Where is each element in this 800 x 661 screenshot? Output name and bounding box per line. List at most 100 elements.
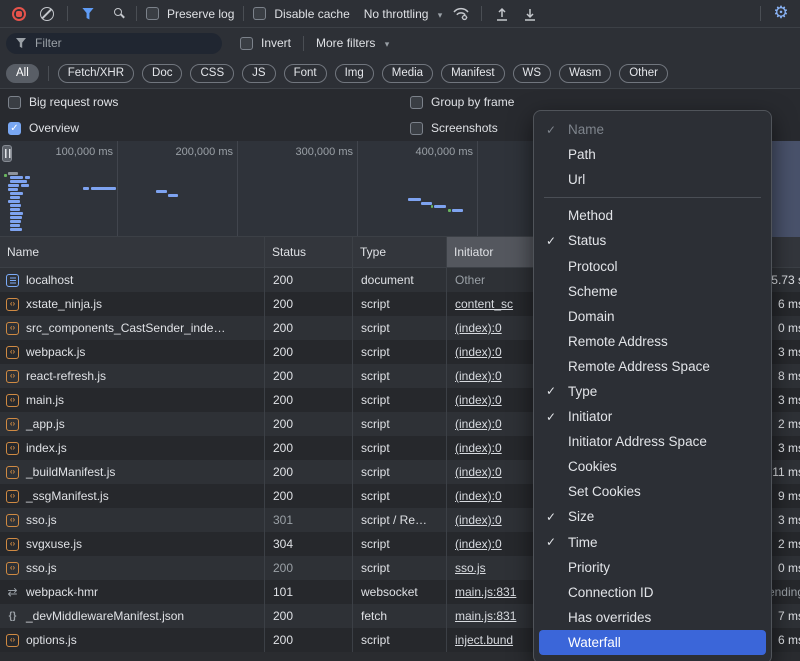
request-initiator[interactable]: main.js:831 xyxy=(455,585,516,599)
timeline-gridline xyxy=(237,141,238,236)
menu-item-has-overrides[interactable]: Has overrides xyxy=(539,605,766,630)
request-initiator[interactable]: (index):0 xyxy=(455,537,502,551)
menu-item-waterfall[interactable]: Waterfall xyxy=(539,629,766,655)
disable-cache-checkbox[interactable] xyxy=(253,7,267,20)
invert-checkbox[interactable] xyxy=(240,36,253,50)
request-initiator[interactable]: (index):0 xyxy=(455,345,502,359)
wifi-gear-icon xyxy=(453,7,469,21)
preserve-log-checkbox[interactable] xyxy=(146,7,159,20)
menu-item-type[interactable]: ✓ Type xyxy=(539,379,766,404)
request-initiator[interactable]: (index):0 xyxy=(455,489,502,503)
request-time: 8 ms xyxy=(777,369,800,383)
request-initiator[interactable]: (index):0 xyxy=(455,417,502,431)
export-har-button[interactable] xyxy=(519,3,541,25)
resource-type-chip-media[interactable]: Media xyxy=(381,63,434,83)
upload-icon xyxy=(497,7,508,21)
menu-item-protocol[interactable]: Protocol xyxy=(539,253,766,278)
request-initiator[interactable]: (index):0 xyxy=(455,441,502,455)
resource-type-chip-manifest[interactable]: Manifest xyxy=(441,63,505,83)
divider xyxy=(67,6,68,21)
waterfall-bar xyxy=(10,228,22,231)
waterfall-bar xyxy=(10,196,20,199)
menu-item-set-cookies[interactable]: Set Cookies xyxy=(539,479,766,504)
waterfall-bar xyxy=(168,194,178,197)
menu-item-remote-address[interactable]: Remote Address xyxy=(539,329,766,354)
request-initiator[interactable]: (index):0 xyxy=(455,369,502,383)
menu-item-domain[interactable]: Domain xyxy=(539,304,766,329)
resource-type-chip-img[interactable]: Img xyxy=(334,63,374,83)
resource-type-chip-fetch-xhr[interactable]: Fetch/XHR xyxy=(57,63,135,83)
request-status: 301 xyxy=(273,513,294,527)
check-icon: ✓ xyxy=(546,535,557,550)
timeline-tick-label: 100,000 ms xyxy=(55,146,113,158)
menu-item-url[interactable]: Url xyxy=(539,167,766,192)
menu-item-size[interactable]: ✓ Size xyxy=(539,504,766,529)
menu-item-priority[interactable]: Priority xyxy=(539,555,766,580)
request-initiator[interactable]: main.js:831 xyxy=(455,609,516,623)
waterfall-bar xyxy=(434,205,446,208)
search-icon xyxy=(113,8,122,16)
screenshots-checkbox[interactable] xyxy=(410,121,423,135)
menu-item-method[interactable]: Method xyxy=(539,203,766,228)
resource-type-chip-ws[interactable]: WS xyxy=(512,63,552,83)
request-initiator[interactable]: (index):0 xyxy=(455,465,502,479)
network-conditions-button[interactable] xyxy=(450,3,472,25)
request-name: webpack.js xyxy=(26,345,86,359)
throttling-select[interactable]: No throttling ▾ xyxy=(364,7,443,21)
request-initiator[interactable]: sso.js xyxy=(455,561,486,575)
settings-button[interactable]: ⚙ xyxy=(770,3,792,25)
request-time: 6 ms xyxy=(777,633,800,647)
record-button[interactable] xyxy=(8,3,30,25)
request-name: localhost xyxy=(26,273,74,287)
overview-checkbox[interactable]: ✓ xyxy=(8,121,21,135)
group-by-frame-label: Group by frame xyxy=(431,95,515,109)
column-header-status[interactable]: Status xyxy=(265,237,353,267)
menu-item-path[interactable]: Path xyxy=(539,142,766,167)
menu-item-name: ✓ Name xyxy=(546,122,605,138)
menu-item-scheme[interactable]: Scheme xyxy=(539,279,766,304)
menu-item-remote-address-space[interactable]: Remote Address Space xyxy=(539,354,766,379)
request-status: 200 xyxy=(273,441,294,455)
resource-type-chip-all[interactable]: All xyxy=(6,63,39,83)
resource-type-chip-other[interactable]: Other xyxy=(619,63,668,83)
more-filters-button[interactable]: More filters ▾ xyxy=(316,36,389,50)
import-har-button[interactable] xyxy=(491,3,513,25)
request-initiator[interactable]: (index):0 xyxy=(455,393,502,407)
resource-type-chip-wasm[interactable]: Wasm xyxy=(559,63,612,83)
request-status: 200 xyxy=(273,369,294,383)
menu-item-cookies[interactable]: Cookies xyxy=(539,454,766,479)
filter-toggle-button[interactable] xyxy=(77,3,99,25)
search-button[interactable] xyxy=(105,3,127,25)
clear-icon xyxy=(40,6,54,21)
resource-type-chip-js[interactable]: JS xyxy=(242,63,276,83)
column-header-type[interactable]: Type xyxy=(353,237,447,267)
request-name: svgxuse.js xyxy=(26,537,83,551)
resource-type-chip-doc[interactable]: Doc xyxy=(142,63,183,83)
request-type: script xyxy=(361,465,390,479)
menu-item-initiator[interactable]: ✓ Initiator xyxy=(539,404,766,429)
waterfall-bar xyxy=(10,224,20,227)
script-icon xyxy=(6,561,19,575)
group-by-frame-checkbox[interactable] xyxy=(410,95,423,109)
check-icon: ✓ xyxy=(546,384,557,399)
menu-item-status[interactable]: ✓ Status xyxy=(539,228,766,253)
resource-type-chip-css[interactable]: CSS xyxy=(190,63,235,83)
request-name: _ssgManifest.js xyxy=(26,489,109,503)
menu-item-initiator-address-space[interactable]: Initiator Address Space xyxy=(539,429,766,454)
waterfall-bar xyxy=(21,184,29,187)
request-initiator[interactable]: inject.bund xyxy=(455,633,513,647)
resource-type-chip-font[interactable]: Font xyxy=(283,63,327,83)
menu-item-connection-id[interactable]: Connection ID xyxy=(539,580,766,605)
menu-item-time[interactable]: ✓ Time xyxy=(539,530,766,555)
request-initiator[interactable]: content_sc xyxy=(455,297,513,311)
request-status: 200 xyxy=(273,273,294,287)
request-initiator[interactable]: (index):0 xyxy=(455,321,502,335)
request-initiator[interactable]: (index):0 xyxy=(455,513,502,527)
filter-input-pill[interactable] xyxy=(6,32,222,54)
filter-input[interactable] xyxy=(33,35,212,51)
request-time: 3 ms xyxy=(777,513,800,527)
column-header-name[interactable]: Name xyxy=(0,237,265,267)
script-icon xyxy=(6,297,19,311)
big-request-rows-checkbox[interactable] xyxy=(8,95,21,109)
clear-button[interactable] xyxy=(36,3,58,25)
